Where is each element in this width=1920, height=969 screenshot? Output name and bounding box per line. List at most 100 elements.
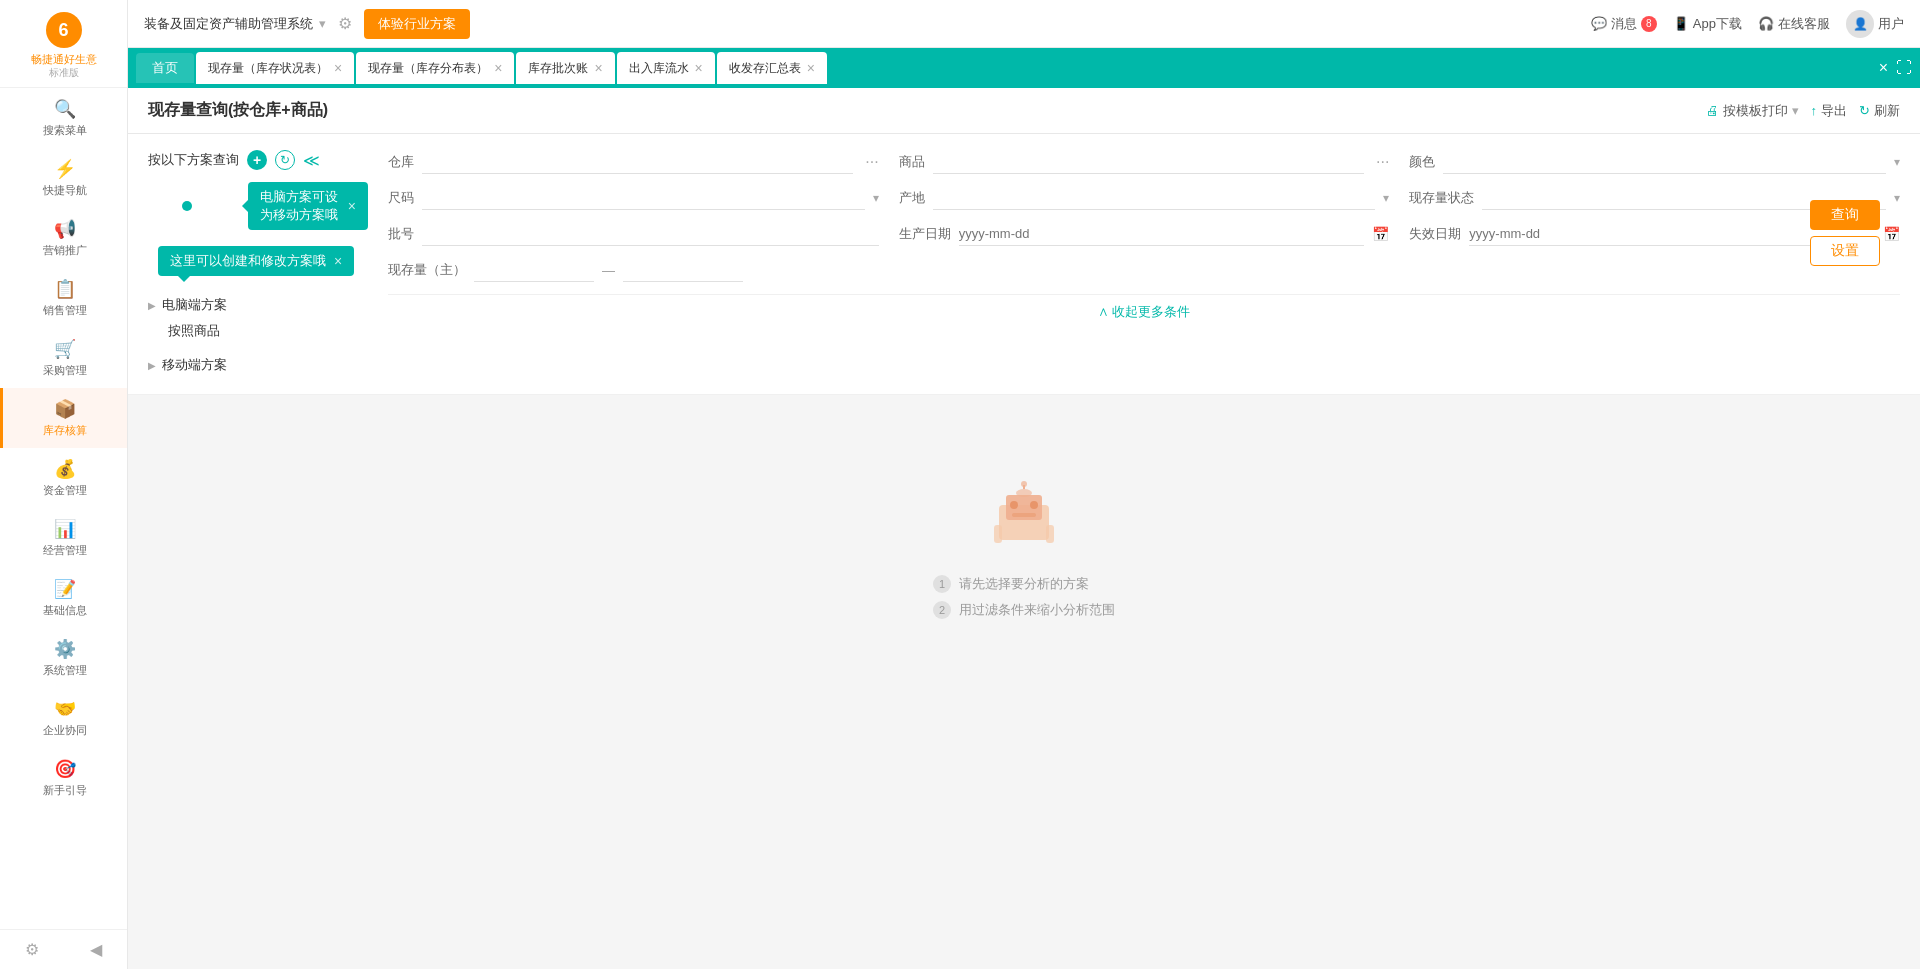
scheme-desktop-label: 电脑端方案 — [162, 296, 227, 314]
sidebar-item-system[interactable]: ⚙️ 系统管理 — [0, 628, 127, 688]
sidebar-item-basic[interactable]: 📝 基础信息 — [0, 568, 127, 628]
sidebar-item-newbie[interactable]: 🎯 新手引导 — [0, 748, 127, 808]
stock-row: 现存量（主） — — [388, 258, 1900, 282]
color-select[interactable] — [1443, 150, 1886, 174]
stock-status-label: 现存量状态 — [1409, 189, 1474, 207]
system-dropdown-icon[interactable]: ▾ — [319, 16, 326, 31]
logo-text: 畅捷通好生意 标准版 — [31, 52, 97, 79]
svg-point-3 — [1030, 501, 1038, 509]
empty-tips: 1 请先选择要分析的方案 2 用过滤条件来缩小分析范围 — [933, 575, 1115, 619]
notifications-btn[interactable]: 💬 消息 8 — [1591, 15, 1657, 33]
collapse-bar[interactable]: ∧ 收起更多条件 — [388, 294, 1900, 329]
scheme-desktop-child[interactable]: 按照商品 — [168, 318, 368, 344]
headset-icon: 🎧 — [1758, 16, 1774, 31]
add-scheme-btn[interactable]: + — [247, 150, 267, 170]
logo-icon: 6 — [46, 12, 82, 48]
purchase-icon: 🛒 — [54, 338, 76, 360]
tab-home[interactable]: 首页 — [136, 53, 194, 83]
edit-tooltip-close[interactable]: × — [334, 253, 342, 269]
export-icon: ↑ — [1811, 103, 1818, 118]
export-btn[interactable]: ↑ 导出 — [1811, 102, 1848, 120]
color-dropdown-icon[interactable]: ▾ — [1894, 155, 1900, 169]
empty-illustration — [984, 475, 1064, 555]
back-btn[interactable]: ≪ — [303, 151, 320, 170]
tip-text-1: 请先选择要分析的方案 — [959, 575, 1089, 593]
tab-batch-account[interactable]: 库存批次账 × — [516, 52, 614, 84]
settings-bottom-icon[interactable]: ⚙ — [25, 940, 39, 959]
sidebar-item-purchase[interactable]: 🛒 采购管理 — [0, 328, 127, 388]
tab-close-icon[interactable]: × — [807, 60, 815, 76]
industry-btn[interactable]: 体验行业方案 — [364, 9, 470, 39]
refresh-btn[interactable]: ↻ 刷新 — [1859, 102, 1900, 120]
sidebar-item-operations[interactable]: 📊 经营管理 — [0, 508, 127, 568]
topbar-right: 💬 消息 8 📱 App下载 🎧 在线客服 👤 用户 — [1591, 10, 1904, 38]
stock-min-input[interactable] — [474, 258, 594, 282]
expiry-date-calendar-icon[interactable]: 📅 — [1883, 226, 1900, 242]
quick-nav-icon: ⚡ — [54, 158, 76, 180]
warehouse-dots-icon[interactable]: ··· — [865, 153, 878, 171]
production-date-input[interactable] — [959, 222, 1365, 246]
stock-max-input[interactable] — [623, 258, 743, 282]
tab-fullscreen-icon[interactable]: ⛶ — [1896, 59, 1912, 77]
reset-btn[interactable]: 设置 — [1810, 236, 1880, 266]
settings-gear-icon[interactable]: ⚙ — [338, 14, 352, 33]
filter-color: 颜色 ▾ — [1409, 150, 1900, 174]
production-date-calendar-icon[interactable]: 📅 — [1372, 226, 1389, 242]
size-select[interactable] — [422, 186, 865, 210]
sidebar-item-finance[interactable]: 💰 资金管理 — [0, 448, 127, 508]
user-label: 用户 — [1878, 15, 1904, 33]
sidebar-item-sales[interactable]: 📋 销售管理 — [0, 268, 127, 328]
scheme-desktop[interactable]: ▶ 电脑端方案 — [148, 292, 368, 318]
tip-num-2: 2 — [933, 601, 951, 619]
print-dropdown-icon[interactable]: ▾ — [1792, 103, 1799, 118]
goods-dots-icon[interactable]: ··· — [1376, 153, 1389, 171]
sidebar-item-inventory[interactable]: 📦 库存核算 — [0, 388, 127, 448]
tab-close-icon[interactable]: × — [695, 60, 703, 76]
search-btn[interactable]: 查询 — [1810, 200, 1880, 230]
scheme-mobile[interactable]: ▶ 移动端方案 — [148, 352, 368, 378]
scheme-dot — [182, 201, 192, 211]
sidebar: 6 畅捷通好生意 标准版 🔍 搜索菜单 ⚡ 快捷导航 📢 营销推广 📋 销售管理… — [0, 0, 128, 969]
refresh-icon: ↻ — [1859, 103, 1870, 118]
online-service-label: 在线客服 — [1778, 15, 1830, 33]
sidebar-item-label: 系统管理 — [43, 663, 87, 678]
stock-status-dropdown-icon[interactable]: ▾ — [1894, 191, 1900, 205]
tab-close-icon[interactable]: × — [594, 60, 602, 76]
tab-close-icon[interactable]: × — [494, 60, 502, 76]
inventory-icon: 📦 — [54, 398, 76, 420]
warehouse-label: 仓库 — [388, 153, 414, 171]
sidebar-item-label: 库存核算 — [43, 423, 87, 438]
goods-label: 商品 — [899, 153, 925, 171]
sidebar-item-marketing[interactable]: 📢 营销推广 — [0, 208, 127, 268]
app-download-btn[interactable]: 📱 App下载 — [1673, 15, 1742, 33]
goods-input[interactable] — [933, 150, 1364, 174]
tab-flow[interactable]: 出入库流水 × — [617, 52, 715, 84]
user-menu-btn[interactable]: 👤 用户 — [1846, 10, 1904, 38]
size-dropdown-icon[interactable]: ▾ — [873, 191, 879, 205]
tab-inventory-status[interactable]: 现存量（库存状况表） × — [196, 52, 354, 84]
print-btn[interactable]: 🖨 按模板打印 ▾ — [1706, 102, 1799, 120]
refresh-scheme-btn[interactable]: ↻ — [275, 150, 295, 170]
tab-close-all-icon[interactable]: × — [1879, 59, 1888, 77]
tab-inventory-dist[interactable]: 现存量（库存分布表） × — [356, 52, 514, 84]
expiry-date-label: 失效日期 — [1409, 225, 1461, 243]
sidebar-item-enterprise[interactable]: 🤝 企业协同 — [0, 688, 127, 748]
tabs-bar: 首页 现存量（库存状况表） × 现存量（库存分布表） × 库存批次账 × 出入库… — [128, 48, 1920, 88]
online-service-btn[interactable]: 🎧 在线客服 — [1758, 15, 1830, 33]
collapse-sidebar-icon[interactable]: ◀ — [90, 940, 102, 959]
filter-warehouse: 仓库 ··· — [388, 150, 879, 174]
empty-tip-2: 2 用过滤条件来缩小分析范围 — [933, 601, 1115, 619]
sidebar-item-quick-nav[interactable]: ⚡ 快捷导航 — [0, 148, 127, 208]
batch-num-input[interactable] — [422, 222, 879, 246]
tab-summary[interactable]: 收发存汇总表 × — [717, 52, 827, 84]
origin-dropdown-icon[interactable]: ▾ — [1383, 191, 1389, 205]
warehouse-input[interactable] — [422, 150, 853, 174]
origin-select[interactable] — [933, 186, 1376, 210]
empty-tip-1: 1 请先选择要分析的方案 — [933, 575, 1115, 593]
tab-close-icon[interactable]: × — [334, 60, 342, 76]
print-icon: 🖨 — [1706, 103, 1719, 118]
filter-batch-wrapper: 批号 — [388, 222, 879, 246]
scheme-tooltip-close[interactable]: × — [348, 198, 356, 214]
sidebar-item-search-menu[interactable]: 🔍 搜索菜单 — [0, 88, 127, 148]
newbie-icon: 🎯 — [54, 758, 76, 780]
